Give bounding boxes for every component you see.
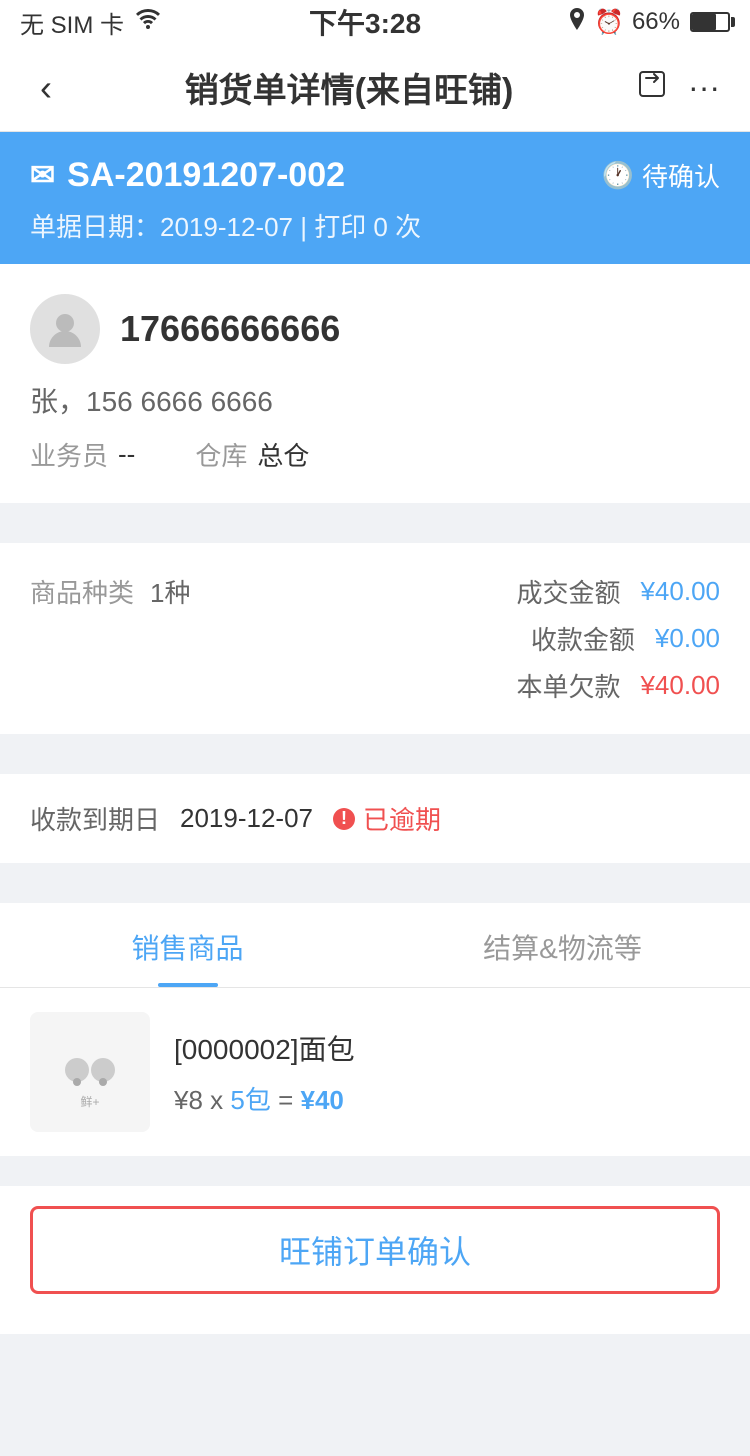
deal-amount: ¥40.00 <box>640 576 720 607</box>
battery-icon <box>690 12 730 32</box>
customer-meta: 业务员 -- 仓库 总仓 <box>30 436 720 473</box>
overdue-icon: ! <box>333 808 355 830</box>
wifi-icon <box>134 8 162 36</box>
share-icon[interactable] <box>636 68 668 108</box>
back-button[interactable]: ‹ <box>30 57 62 119</box>
divider-3 <box>0 883 750 903</box>
product-card: 鲜+ [0000002]面包 ¥8 x 5包 = ¥40 <box>0 988 750 1156</box>
customer-name: 张，156 6666 6666 <box>30 380 720 420</box>
sales-label: 业务员 <box>30 436 108 473</box>
order-id-row: ✉ SA-20191207-002 🕐 待确认 <box>30 156 720 195</box>
status-right: ⏰ 66% <box>568 8 730 37</box>
nav-actions: ··· <box>636 68 720 108</box>
warehouse-value: 总仓 <box>257 436 309 473</box>
order-id: ✉ SA-20191207-002 <box>30 156 345 195</box>
overdue-badge: ! 已逾期 <box>333 800 441 837</box>
status-text: 待确认 <box>642 157 720 194</box>
bottom-button-wrap: 旺铺订单确认 <box>0 1186 750 1334</box>
carrier-text: 无 SIM 卡 <box>20 5 124 40</box>
product-type: 商品种类 1种 <box>30 573 190 610</box>
tab-sales-products[interactable]: 销售商品 <box>0 903 375 987</box>
battery-text: 66% <box>632 8 680 36</box>
nav-bar: ‹ 销货单详情(来自旺铺) ··· <box>0 44 750 132</box>
owed-amount-row: 本单欠款 ¥40.00 <box>516 667 720 704</box>
customer-card: 17666666666 张，156 6666 6666 业务员 -- 仓库 总仓 <box>0 264 750 503</box>
confirm-order-button[interactable]: 旺铺订单确认 <box>30 1206 720 1294</box>
received-amount-row: 收款金额 ¥0.00 <box>531 620 720 657</box>
customer-top: 17666666666 <box>30 294 720 364</box>
status-bar: 无 SIM 卡 下午3:28 ⏰ 66% <box>0 0 750 44</box>
type-label: 商品种类 <box>30 573 134 610</box>
due-date-card: 收款到期日 2019-12-07 ! 已逾期 <box>0 774 750 863</box>
order-id-text: SA-20191207-002 <box>67 156 345 195</box>
owed-label: 本单欠款 <box>516 667 620 704</box>
deal-label: 成交金额 <box>516 573 620 610</box>
avatar <box>30 294 100 364</box>
alarm-icon: ⏰ <box>594 8 624 37</box>
due-date-value: 2019-12-07 <box>180 803 313 834</box>
page-title: 销货单详情(来自旺铺) <box>62 63 636 112</box>
warehouse-label: 仓库 <box>195 436 247 473</box>
order-header: ✉ SA-20191207-002 🕐 待确认 单据日期：2019-12-07 … <box>0 132 750 264</box>
received-label: 收款金额 <box>531 620 635 657</box>
summary-card: 商品种类 1种 成交金额 ¥40.00 收款金额 ¥0.00 本单欠款 ¥40.… <box>0 543 750 734</box>
product-total: ¥40 <box>301 1085 344 1115</box>
tab-settlement[interactable]: 结算&物流等 <box>375 903 750 987</box>
divider-2 <box>0 754 750 774</box>
warehouse-meta: 仓库 总仓 <box>195 436 309 473</box>
owed-amount: ¥40.00 <box>640 670 720 701</box>
sales-value: -- <box>118 439 135 470</box>
product-price: ¥8 x 5包 = ¥40 <box>174 1080 720 1117</box>
customer-phone: 17666666666 <box>120 308 340 350</box>
due-label: 收款到期日 <box>30 800 160 837</box>
product-info: [0000002]面包 ¥8 x 5包 = ¥40 <box>174 1028 720 1117</box>
multiply-sign: x <box>210 1085 230 1115</box>
deal-amount-row: 成交金额 ¥40.00 <box>516 573 720 610</box>
order-icon: ✉ <box>30 158 55 193</box>
svg-text:鲜+: 鲜+ <box>80 1095 99 1109</box>
order-date: 单据日期：2019-12-07 | 打印 0 次 <box>30 207 720 244</box>
order-status: 🕐 待确认 <box>602 157 720 194</box>
sales-meta: 业务员 -- <box>30 436 135 473</box>
product-name: [0000002]面包 <box>174 1028 720 1068</box>
summary-right: 成交金额 ¥40.00 收款金额 ¥0.00 本单欠款 ¥40.00 <box>516 573 720 704</box>
more-icon[interactable]: ··· <box>688 69 720 106</box>
product-thumbnail: 鲜+ <box>30 1012 150 1132</box>
status-time: 下午3:28 <box>309 2 421 42</box>
type-value: 1种 <box>150 573 190 610</box>
equals-sign: = <box>278 1085 300 1115</box>
location-icon <box>568 8 586 37</box>
overdue-text: 已逾期 <box>363 800 441 837</box>
received-amount: ¥0.00 <box>655 623 720 654</box>
tabs-bar: 销售商品 结算&物流等 <box>0 903 750 988</box>
clock-icon: 🕐 <box>602 160 634 191</box>
divider-1 <box>0 523 750 543</box>
summary-left: 商品种类 1种 <box>30 573 190 610</box>
status-left: 无 SIM 卡 <box>20 5 162 40</box>
product-qty: 5包 <box>230 1085 270 1115</box>
price-value: ¥8 <box>174 1085 203 1115</box>
